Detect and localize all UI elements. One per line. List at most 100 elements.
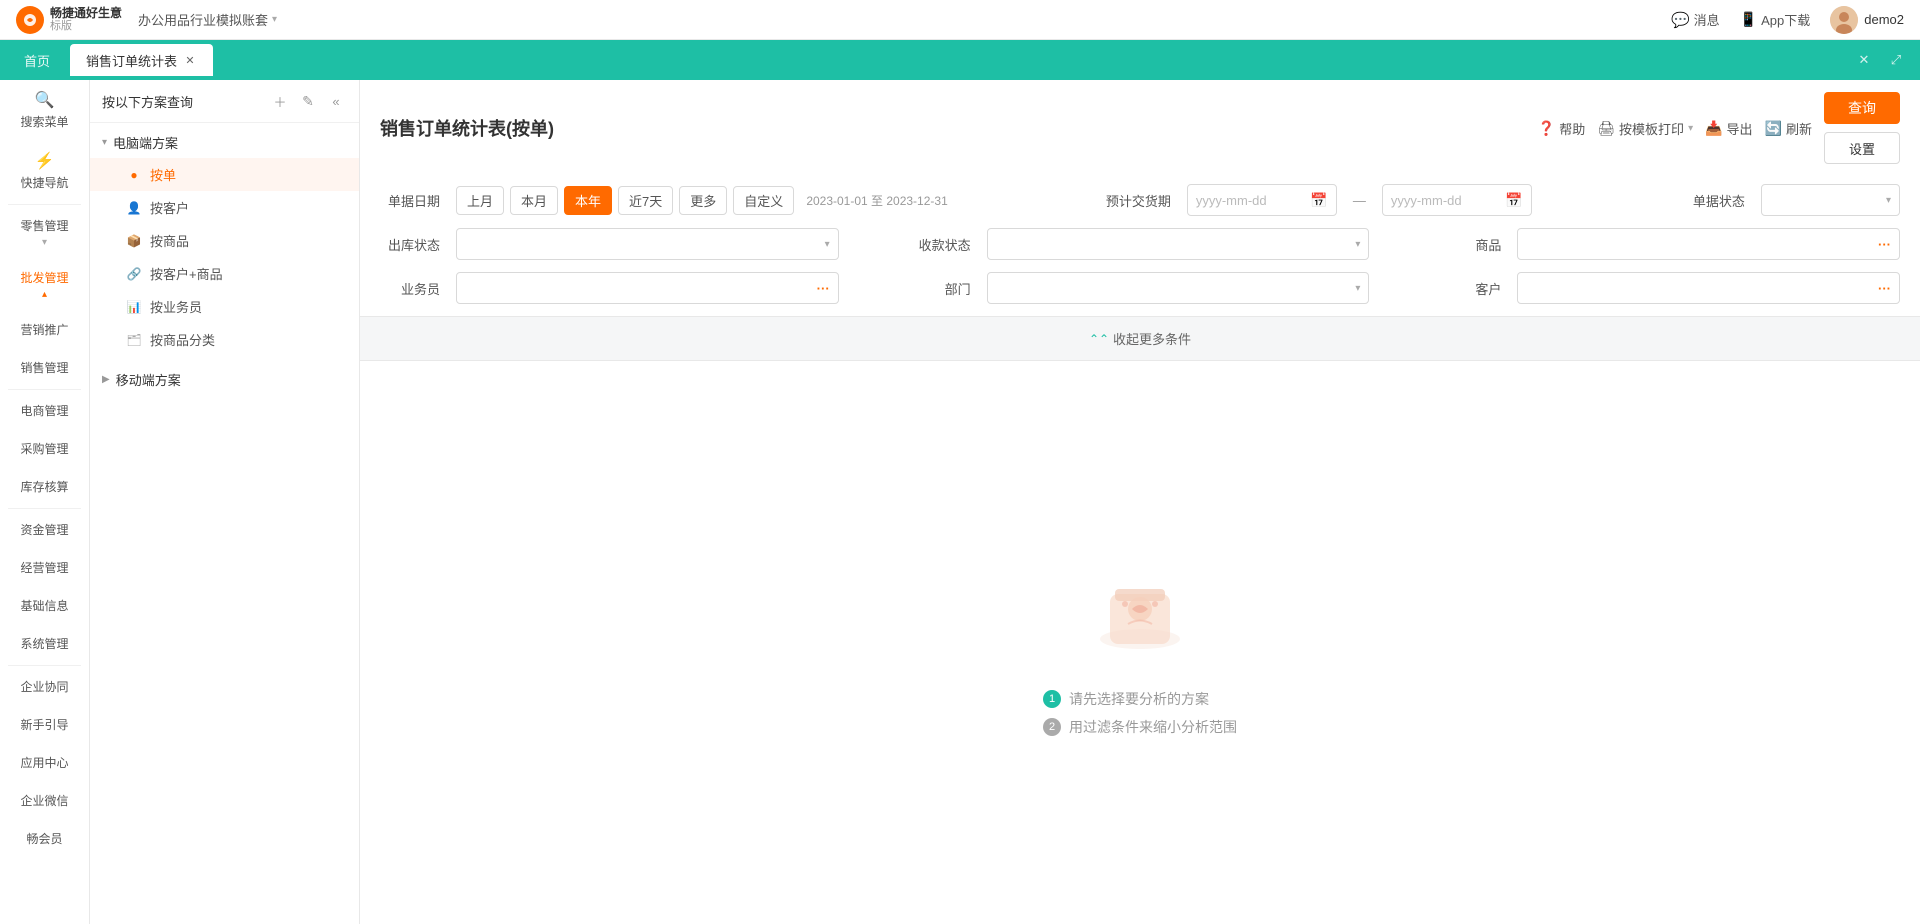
sidebar-item-basic-info[interactable]: 基础信息 xyxy=(0,587,89,625)
this-month-btn[interactable]: 本月 xyxy=(510,186,558,215)
scheme-item-by-salesperson-label: 按业务员 xyxy=(150,297,202,316)
sidebar-divider-4 xyxy=(8,665,81,666)
print-arrow-icon: ▾ xyxy=(1688,123,1693,134)
sidebar-member-label: 畅会员 xyxy=(26,830,62,847)
scheme-item-by-customer-label: 按客户 xyxy=(150,198,189,217)
scheme-item-by-goods[interactable]: 📦 按商品 xyxy=(90,224,359,257)
desktop-scheme-group-header[interactable]: ▾ 电脑端方案 xyxy=(90,127,359,158)
sidebar-item-system[interactable]: 系统管理 xyxy=(0,625,89,663)
custom-date-btn[interactable]: 自定义 xyxy=(733,186,794,215)
settings-btn[interactable]: 设置 xyxy=(1824,132,1900,164)
tab-close-icon[interactable]: ✕ xyxy=(183,53,197,67)
logo-text: 畅捷通好生意 xyxy=(50,6,122,20)
order-status-label: 单据状态 xyxy=(1685,191,1745,210)
scheme-item-by-customer-goods-label: 按客户+商品 xyxy=(150,264,223,283)
template-print-btn[interactable]: 🖨 按模板打印 ▾ xyxy=(1597,119,1693,138)
sidebar-app-center-label: 应用中心 xyxy=(20,754,68,771)
sidebar-item-ecommerce[interactable]: 电商管理 xyxy=(0,392,89,430)
sidebar-divider-3 xyxy=(8,508,81,509)
scheme-item-by-salesperson[interactable]: 📊 按业务员 xyxy=(90,290,359,323)
this-year-btn[interactable]: 本年 xyxy=(564,186,612,215)
sidebar-item-marketing[interactable]: 营销推广 xyxy=(0,311,89,349)
sidebar-ecommerce-label: 电商管理 xyxy=(20,402,68,419)
scheme-item-by-order[interactable]: ● 按单 xyxy=(90,158,359,191)
customer-more-icon[interactable]: ··· xyxy=(1878,281,1891,296)
message-label: 消息 xyxy=(1694,10,1720,29)
sidebar-item-search[interactable]: 🔍 搜索菜单 xyxy=(0,80,89,141)
mobile-scheme-group-header[interactable]: ▶ 移动端方案 xyxy=(90,364,359,395)
tab-home[interactable]: 首页 xyxy=(8,44,66,76)
empty-tip-1: 1 请先选择要分析的方案 xyxy=(1043,689,1237,709)
by-customer-icon: 👤 xyxy=(126,200,142,216)
sidebar-item-inventory[interactable]: 库存核算 xyxy=(0,468,89,506)
goods-filter-label: 商品 xyxy=(1441,235,1501,254)
export-btn[interactable]: 📥 导出 xyxy=(1705,119,1752,138)
workspace-arrow-icon: ▾ xyxy=(272,14,277,25)
sidebar-operations-label: 经营管理 xyxy=(20,559,68,576)
message-btn[interactable]: 💬 消息 xyxy=(1671,10,1720,29)
goods-more-icon[interactable]: ··· xyxy=(1878,237,1891,252)
sidebar-item-retail[interactable]: 零售管理 ▾ xyxy=(0,207,89,259)
app-download-btn[interactable]: 📱 App下载 xyxy=(1740,10,1811,29)
tab-sales-order-stats[interactable]: 销售订单统计表 ✕ xyxy=(70,44,213,76)
refresh-btn[interactable]: 🔄 刷新 xyxy=(1765,119,1812,138)
sidebar-item-member[interactable]: 畅会员 xyxy=(0,820,89,858)
mobile-arrow-icon: ▶ xyxy=(102,374,110,385)
expected-date-start-placeholder: yyyy-mm-dd xyxy=(1196,193,1305,208)
home-tab-label: 首页 xyxy=(24,51,50,70)
add-scheme-btn[interactable]: ＋ xyxy=(269,90,291,112)
sidebar-divider-1 xyxy=(8,204,81,205)
page-header-actions: ❓ 帮助 🖨 按模板打印 ▾ 📥 导出 🔄 xyxy=(1538,92,1900,164)
empty-tip-2: 2 用过滤条件来缩小分析范围 xyxy=(1043,717,1237,737)
user-area[interactable]: demo2 xyxy=(1830,6,1904,34)
payment-status-select[interactable]: ▾ xyxy=(987,228,1370,260)
workspace-selector[interactable]: 办公用品行业模拟账套 ▾ xyxy=(130,6,285,33)
expected-date-start[interactable]: yyyy-mm-dd 📅 xyxy=(1187,184,1337,216)
sidebar-item-enterprise[interactable]: 企业协同 xyxy=(0,668,89,706)
help-label: 帮助 xyxy=(1559,119,1585,138)
last-7-btn[interactable]: 近7天 xyxy=(618,186,673,215)
logo-area: 畅捷通好生意 标版 xyxy=(16,6,122,34)
sidebar-item-finance[interactable]: 资金管理 xyxy=(0,511,89,549)
sidebar-system-label: 系统管理 xyxy=(20,635,68,652)
expected-date-end[interactable]: yyyy-mm-dd 📅 xyxy=(1382,184,1532,216)
customer-select[interactable]: ··· xyxy=(1517,272,1900,304)
logo-subtitle: 标版 xyxy=(50,20,122,33)
filter-row-2: 出库状态 ▾ 收款状态 ▾ 商品 xyxy=(380,228,1900,260)
sidebar-item-wholesale[interactable]: 批发管理 ▴ xyxy=(0,259,89,311)
message-icon: 💬 xyxy=(1671,11,1690,29)
order-status-select[interactable]: ▾ xyxy=(1761,184,1900,216)
collapse-scheme-btn[interactable]: « xyxy=(325,90,347,112)
scheme-item-by-customer[interactable]: 👤 按客户 xyxy=(90,191,359,224)
desktop-group-label: 电脑端方案 xyxy=(113,133,178,152)
sidebar-item-purchase[interactable]: 采购管理 xyxy=(0,430,89,468)
salesperson-more-icon[interactable]: ··· xyxy=(817,281,830,296)
scheme-item-by-goods-category[interactable]: 🗂 按商品分类 xyxy=(90,323,359,356)
delivery-status-select[interactable]: ▾ xyxy=(456,228,839,260)
sidebar-item-enterprise-wechat[interactable]: 企业微信 xyxy=(0,782,89,820)
sidebar-item-new-guide[interactable]: 新手引导 xyxy=(0,706,89,744)
last-month-btn[interactable]: 上月 xyxy=(456,186,504,215)
maximize-btn[interactable]: ⤢ xyxy=(1884,48,1908,72)
quick-nav-icon: ⚡ xyxy=(35,151,55,171)
sidebar-item-sales[interactable]: 销售管理 xyxy=(0,349,89,387)
department-select[interactable]: ▾ xyxy=(987,272,1370,304)
close-all-tabs-btn[interactable]: ✕ xyxy=(1852,48,1876,72)
tip-num-2: 2 xyxy=(1043,718,1061,736)
sidebar-item-operations[interactable]: 经营管理 xyxy=(0,549,89,587)
salesperson-select[interactable]: ··· xyxy=(456,272,839,304)
sidebar-inventory-label: 库存核算 xyxy=(20,478,68,495)
sidebar-item-app-center[interactable]: 应用中心 xyxy=(0,744,89,782)
retail-arrow-icon: ▾ xyxy=(42,237,47,248)
sidebar-retail-label: 零售管理 xyxy=(20,217,68,234)
more-date-btn[interactable]: 更多 xyxy=(679,186,727,215)
goods-select[interactable]: ··· xyxy=(1517,228,1900,260)
edit-scheme-btn[interactable]: ✎ xyxy=(297,90,319,112)
right-content: 销售订单统计表(按单) ❓ 帮助 🖨 按模板打印 ▾ 📥 xyxy=(360,80,1920,924)
customer-label: 客户 xyxy=(1441,279,1501,298)
query-btn[interactable]: 查询 xyxy=(1824,92,1900,124)
sidebar-item-quick-nav[interactable]: ⚡ 快捷导航 xyxy=(0,141,89,202)
collapse-conditions-btn[interactable]: ⌃⌃ 收起更多条件 xyxy=(1077,325,1203,352)
scheme-item-by-customer-goods[interactable]: 🔗 按客户+商品 xyxy=(90,257,359,290)
help-btn[interactable]: ❓ 帮助 xyxy=(1538,119,1585,138)
